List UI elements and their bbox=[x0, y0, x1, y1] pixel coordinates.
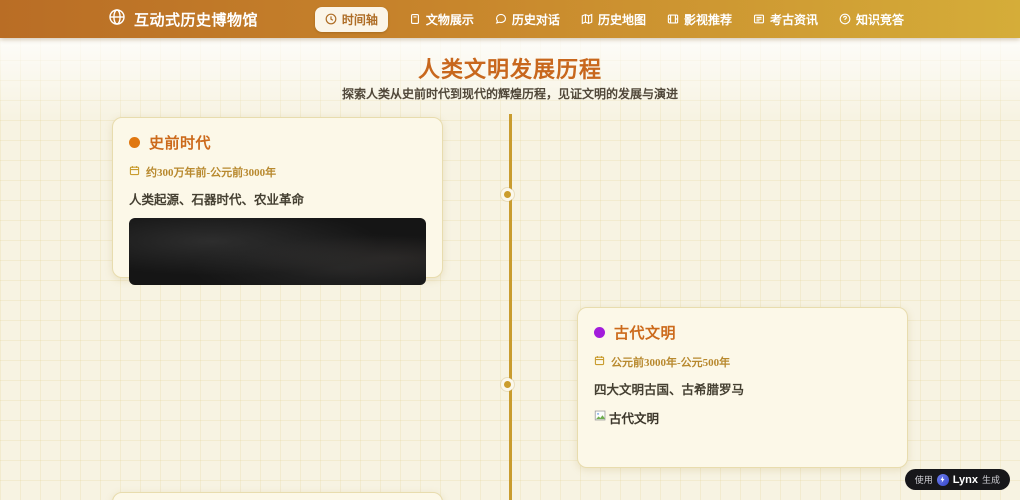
timeline-card-ancient: 古代文明 公元前3000年-公元500年 四大文明古国、古希腊罗马 古代文明 bbox=[577, 307, 908, 468]
film-icon bbox=[667, 13, 679, 25]
nav-label: 历史地图 bbox=[597, 12, 646, 27]
era-title: 史前时代 bbox=[149, 136, 212, 152]
timeline-card-partial bbox=[112, 492, 443, 500]
era-period: 公元前3000年-公元500年 bbox=[611, 357, 731, 369]
timeline-line bbox=[509, 114, 512, 500]
badge-brand: Lynx bbox=[952, 473, 978, 486]
nav-item-quiz[interactable]: 知识竞答 bbox=[839, 11, 904, 28]
museum-timeline-page: 互动式历史博物馆 时间轴 文物展示 历史对话 历史地图 影视推荐 考古资讯 知识… bbox=[0, 0, 1020, 500]
main-nav: 时间轴 文物展示 历史对话 历史地图 影视推荐 考古资讯 知识竞答 bbox=[314, 6, 904, 32]
badge-suffix: 生成 bbox=[981, 475, 1000, 485]
quiz-icon bbox=[839, 13, 851, 25]
nav-label: 时间轴 bbox=[341, 12, 378, 27]
era-dot bbox=[594, 327, 605, 338]
era-image-broken: 古代文明 bbox=[594, 408, 891, 427]
map-icon bbox=[581, 13, 593, 25]
news-icon bbox=[753, 13, 765, 25]
page-subtitle: 探索人类从史前时代到现代的辉煌历程，见证文明的发展与演进 bbox=[341, 87, 678, 101]
lynx-logo-icon bbox=[936, 473, 949, 486]
nav-label: 考古资讯 bbox=[769, 12, 818, 27]
nav-label: 历史对话 bbox=[511, 12, 560, 27]
clock-icon bbox=[325, 13, 337, 25]
calendar-icon bbox=[129, 163, 140, 181]
nav-item-timeline[interactable]: 时间轴 bbox=[314, 6, 388, 32]
globe-icon bbox=[108, 8, 126, 31]
nav-item-map[interactable]: 历史地图 bbox=[581, 11, 646, 28]
nav-label: 文物展示 bbox=[425, 12, 474, 27]
nav-item-films[interactable]: 影视推荐 bbox=[667, 11, 732, 28]
page-title: 人类文明发展历程 bbox=[417, 57, 602, 82]
broken-image-alt-text: 古代文明 bbox=[609, 412, 660, 426]
timeline-card-prehistoric: 史前时代 约300万年前-公元前3000年 人类起源、石器时代、农业革命 bbox=[112, 117, 443, 285]
nav-item-dialogue[interactable]: 历史对话 bbox=[495, 11, 560, 28]
chat-icon bbox=[495, 13, 507, 25]
timeline-dot-ancient bbox=[501, 378, 514, 391]
timeline-dot-prehistoric bbox=[501, 188, 514, 201]
calendar-icon bbox=[594, 353, 605, 371]
era-description: 四大文明古国、古希腊罗马 bbox=[594, 383, 745, 397]
brand[interactable]: 互动式历史博物馆 bbox=[108, 8, 258, 31]
era-title: 古代文明 bbox=[614, 326, 677, 342]
artifacts-icon bbox=[409, 13, 421, 25]
era-dot bbox=[129, 137, 140, 148]
broken-image-icon bbox=[594, 409, 607, 427]
era-period: 约300万年前-公元前3000年 bbox=[146, 167, 277, 179]
brand-title: 互动式历史博物馆 bbox=[134, 12, 259, 29]
nav-item-artifacts[interactable]: 文物展示 bbox=[409, 11, 474, 28]
era-description: 人类起源、石器时代、农业革命 bbox=[129, 193, 305, 207]
lynx-generated-badge[interactable]: 使用 Lynx 生成 bbox=[904, 469, 1010, 490]
era-image-prehistoric bbox=[129, 218, 426, 285]
nav-item-news[interactable]: 考古资讯 bbox=[753, 11, 818, 28]
nav-label: 影视推荐 bbox=[683, 12, 732, 27]
nav-label: 知识竞答 bbox=[855, 12, 904, 27]
badge-prefix: 使用 bbox=[914, 475, 933, 485]
header: 互动式历史博物馆 时间轴 文物展示 历史对话 历史地图 影视推荐 考古资讯 知识… bbox=[0, 0, 1020, 38]
